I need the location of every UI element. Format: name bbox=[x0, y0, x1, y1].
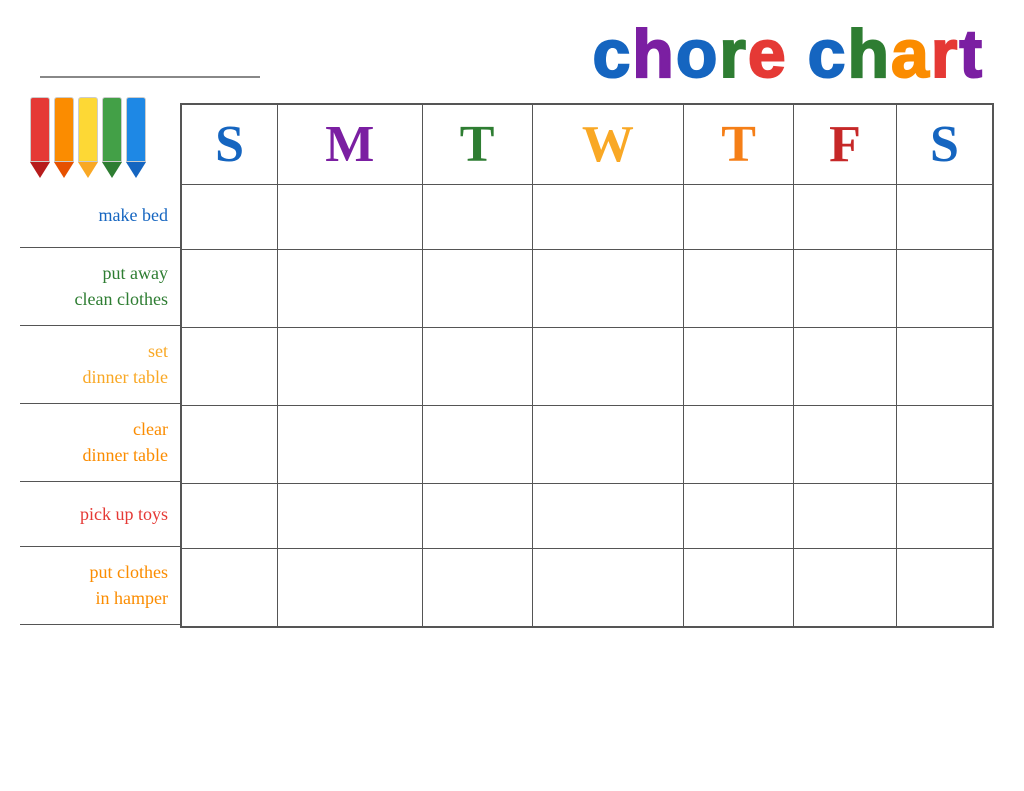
header: chore chart bbox=[20, 20, 994, 93]
crayons bbox=[20, 97, 146, 178]
title-letter-c2: c bbox=[808, 20, 848, 88]
title-letter-e: e bbox=[748, 20, 788, 88]
cell-sun-2[interactable] bbox=[182, 250, 278, 328]
chore-label-put-clothes: put clothesin hamper bbox=[20, 547, 180, 625]
crayon-red bbox=[30, 97, 50, 178]
row-put-away bbox=[182, 250, 993, 328]
cell-mon-6[interactable] bbox=[278, 549, 423, 627]
cell-sat-1[interactable] bbox=[896, 185, 992, 250]
chart-container: make bed put awayclean clothes setdinner… bbox=[20, 103, 994, 628]
title-letter-c: c bbox=[592, 20, 632, 88]
cell-tue-3[interactable] bbox=[422, 328, 532, 406]
left-column: make bed put awayclean clothes setdinner… bbox=[20, 103, 180, 628]
title-letter-r2: r bbox=[931, 20, 959, 88]
cell-tue-5[interactable] bbox=[422, 484, 532, 549]
cell-thu-4[interactable] bbox=[684, 406, 794, 484]
title-letter-a: a bbox=[891, 20, 931, 88]
row-clear-table bbox=[182, 406, 993, 484]
cell-thu-1[interactable] bbox=[684, 185, 794, 250]
title-letter-h: h bbox=[632, 20, 676, 88]
title-letter-h2: h bbox=[848, 20, 892, 88]
crayon-yellow bbox=[78, 97, 98, 178]
day-thursday: T bbox=[684, 105, 794, 185]
cell-tue-1[interactable] bbox=[422, 185, 532, 250]
chore-label-make-bed: make bed bbox=[20, 183, 180, 248]
cell-sat-6[interactable] bbox=[896, 549, 992, 627]
day-sunday: S bbox=[182, 105, 278, 185]
cell-mon-5[interactable] bbox=[278, 484, 423, 549]
cell-mon-1[interactable] bbox=[278, 185, 423, 250]
title-letter-t: t bbox=[959, 20, 984, 88]
title-letter-o: o bbox=[676, 20, 720, 88]
cell-sun-6[interactable] bbox=[182, 549, 278, 627]
cell-sat-2[interactable] bbox=[896, 250, 992, 328]
cell-fri-3[interactable] bbox=[794, 328, 897, 406]
cell-sun-5[interactable] bbox=[182, 484, 278, 549]
cell-sat-4[interactable] bbox=[896, 406, 992, 484]
cell-tue-6[interactable] bbox=[422, 549, 532, 627]
day-wednesday: W bbox=[532, 105, 684, 185]
name-line bbox=[40, 48, 260, 78]
cell-mon-3[interactable] bbox=[278, 328, 423, 406]
cell-wed-4[interactable] bbox=[532, 406, 684, 484]
row-put-clothes bbox=[182, 549, 993, 627]
cell-wed-6[interactable] bbox=[532, 549, 684, 627]
chore-label-clear-table: cleardinner table bbox=[20, 404, 180, 482]
chore-label-pick-up-toys: pick up toys bbox=[20, 482, 180, 547]
chore-label-set-table: setdinner table bbox=[20, 326, 180, 404]
cell-thu-6[interactable] bbox=[684, 549, 794, 627]
cell-sat-3[interactable] bbox=[896, 328, 992, 406]
day-monday: M bbox=[278, 105, 423, 185]
cell-sun-4[interactable] bbox=[182, 406, 278, 484]
cell-fri-6[interactable] bbox=[794, 549, 897, 627]
cell-wed-5[interactable] bbox=[532, 484, 684, 549]
cell-wed-3[interactable] bbox=[532, 328, 684, 406]
cell-fri-4[interactable] bbox=[794, 406, 897, 484]
cell-sat-5[interactable] bbox=[896, 484, 992, 549]
cell-fri-1[interactable] bbox=[794, 185, 897, 250]
cell-fri-5[interactable] bbox=[794, 484, 897, 549]
schedule-table: S M T W T F S bbox=[181, 104, 993, 627]
row-pick-up-toys bbox=[182, 484, 993, 549]
row-make-bed bbox=[182, 185, 993, 250]
chart-grid: S M T W T F S bbox=[180, 103, 994, 628]
cell-sun-1[interactable] bbox=[182, 185, 278, 250]
cell-mon-4[interactable] bbox=[278, 406, 423, 484]
title: chore chart bbox=[592, 20, 984, 88]
cell-thu-2[interactable] bbox=[684, 250, 794, 328]
title-letter-r: r bbox=[719, 20, 747, 88]
crayons-cell bbox=[20, 103, 180, 183]
row-set-table bbox=[182, 328, 993, 406]
cell-sun-3[interactable] bbox=[182, 328, 278, 406]
cell-wed-2[interactable] bbox=[532, 250, 684, 328]
cell-tue-4[interactable] bbox=[422, 406, 532, 484]
day-tuesday: T bbox=[422, 105, 532, 185]
page: chore chart bbox=[0, 0, 1024, 791]
cell-fri-2[interactable] bbox=[794, 250, 897, 328]
crayon-blue bbox=[126, 97, 146, 178]
day-friday: F bbox=[794, 105, 897, 185]
cell-thu-5[interactable] bbox=[684, 484, 794, 549]
cell-mon-2[interactable] bbox=[278, 250, 423, 328]
crayon-orange bbox=[54, 97, 74, 178]
cell-tue-2[interactable] bbox=[422, 250, 532, 328]
crayon-green bbox=[102, 97, 122, 178]
cell-wed-1[interactable] bbox=[532, 185, 684, 250]
chore-label-put-away: put awayclean clothes bbox=[20, 248, 180, 326]
header-row: S M T W T F S bbox=[182, 105, 993, 185]
cell-thu-3[interactable] bbox=[684, 328, 794, 406]
day-saturday: S bbox=[896, 105, 992, 185]
